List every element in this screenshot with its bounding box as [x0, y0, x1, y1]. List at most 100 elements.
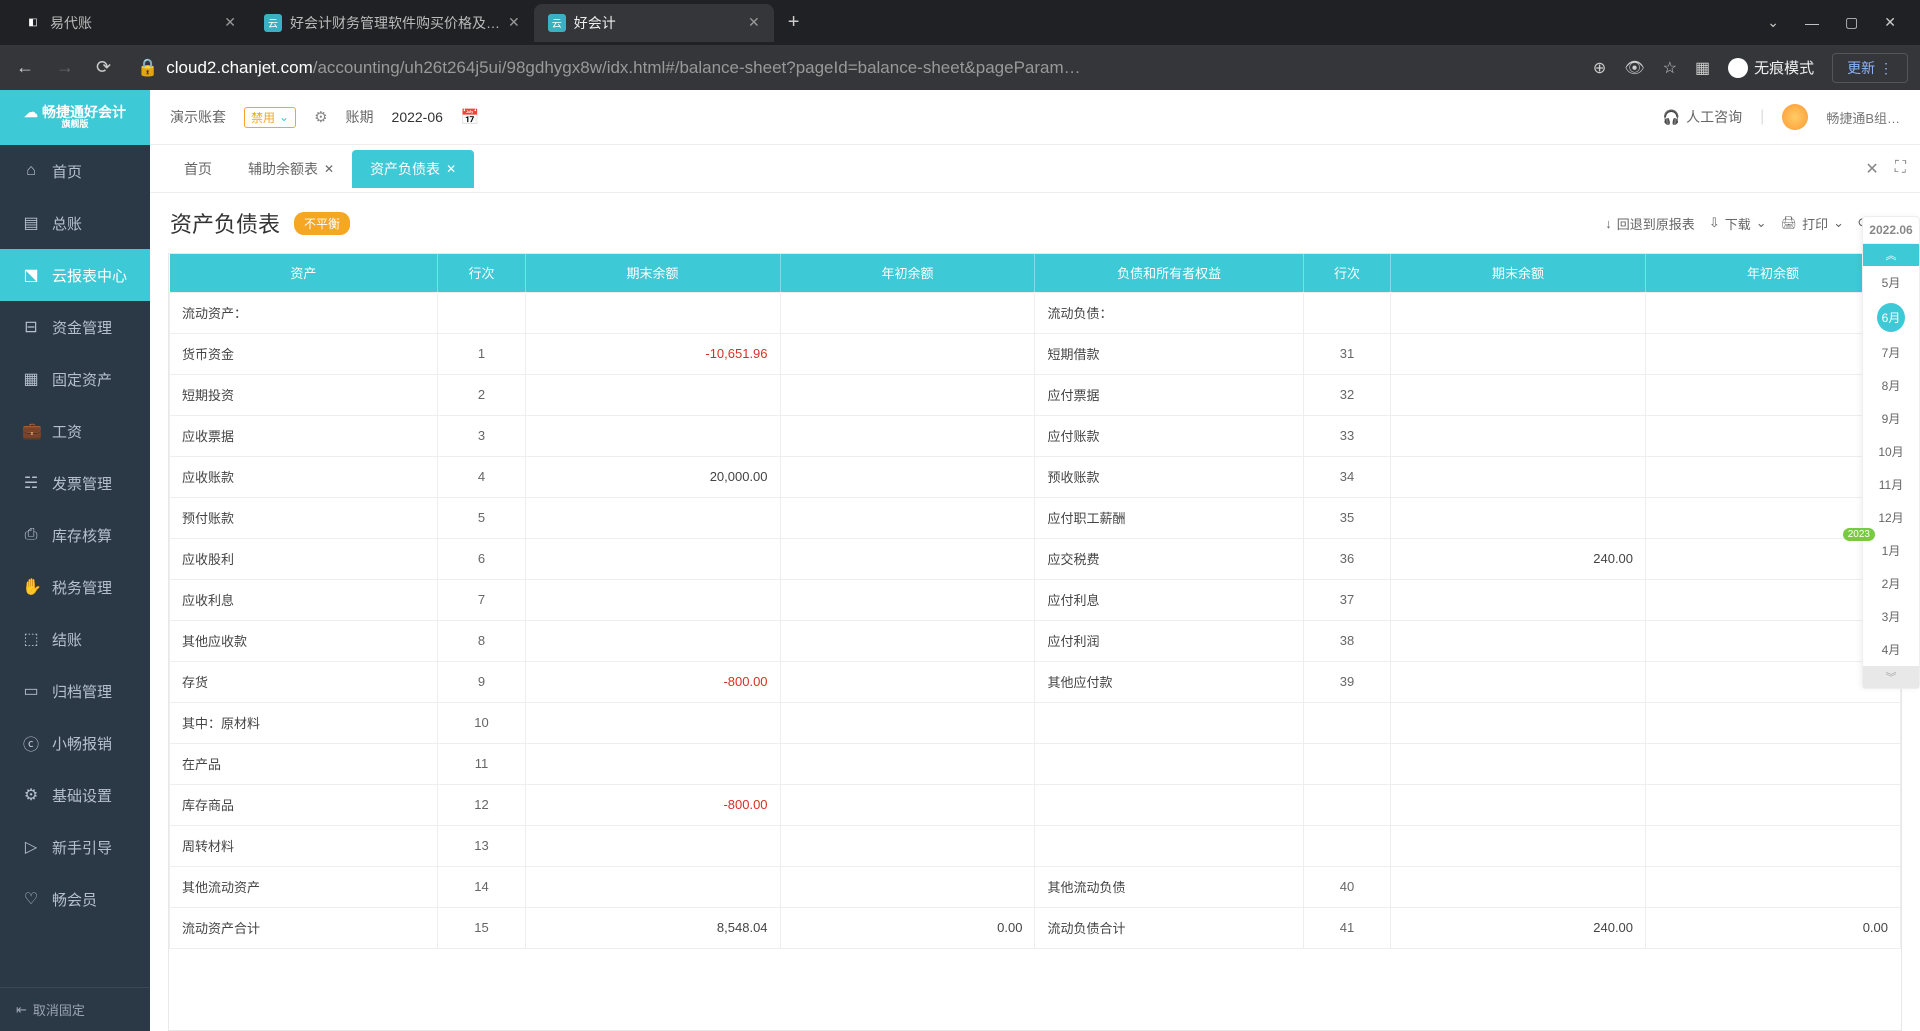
table-row[interactable]: 其他应收款8应付利润38 — [170, 620, 1901, 661]
browser-tab-2[interactable]: 云 好会计 ✕ — [534, 4, 774, 42]
cell-begin-balance — [780, 497, 1035, 538]
table-row[interactable]: 周转材料13 — [170, 825, 1901, 866]
cell-rownum2 — [1303, 743, 1390, 784]
star-icon[interactable]: ☆ — [1663, 58, 1677, 78]
app-tab-0[interactable]: 首页 — [166, 150, 230, 188]
cell-end-balance2 — [1391, 579, 1646, 620]
sidebar-item-11[interactable]: ⓒ小畅报销 — [0, 717, 150, 769]
chevron-down-icon[interactable]: ⌄ — [1767, 14, 1779, 31]
close-icon[interactable]: ✕ — [224, 14, 236, 31]
table-row[interactable]: 应收利息7应付利息37 — [170, 579, 1901, 620]
sidebar-item-14[interactable]: ♡畅会员 — [0, 873, 150, 925]
table-row[interactable]: 应收账款420,000.00预收账款34 — [170, 456, 1901, 497]
cell-asset: 流动资产合计 — [170, 907, 438, 948]
sidebar-item-4[interactable]: ▦固定资产 — [0, 353, 150, 405]
month-option[interactable]: 5月 — [1863, 266, 1919, 299]
eye-off-icon[interactable]: 👁 — [1624, 58, 1644, 78]
reload-button[interactable]: ⟳ — [92, 53, 115, 82]
month-option[interactable]: 4月 — [1863, 633, 1919, 666]
zoom-icon[interactable]: ⊕ — [1593, 58, 1606, 78]
month-option[interactable]: 10月 — [1863, 435, 1919, 468]
sidebar-item-6[interactable]: ☵发票管理 — [0, 457, 150, 509]
sidebar-item-7[interactable]: ⎙库存核算 — [0, 509, 150, 561]
download-button[interactable]: ⇩下载⌄ — [1709, 214, 1767, 233]
cell-begin-balance — [780, 538, 1035, 579]
new-tab-button[interactable]: + — [774, 11, 814, 34]
cell-rownum2: 39 — [1303, 661, 1390, 702]
month-option[interactable]: 8月 — [1863, 369, 1919, 402]
rollback-button[interactable]: ↓回退到原报表 — [1605, 214, 1695, 233]
sidebar-item-5[interactable]: 💼工资 — [0, 405, 150, 457]
close-icon[interactable]: ✕ — [324, 162, 334, 176]
month-picker-up[interactable]: ︽ — [1863, 244, 1919, 266]
close-window-icon[interactable]: ✕ — [1884, 14, 1896, 31]
sidebar-unpin[interactable]: ⇤ 取消固定 — [0, 987, 150, 1031]
cell-end-balance2 — [1391, 702, 1646, 743]
avatar[interactable] — [1782, 104, 1808, 130]
close-icon[interactable]: ✕ — [446, 162, 456, 176]
back-button[interactable]: ← — [12, 53, 38, 82]
table-row[interactable]: 存货9-800.00其他应付款39 — [170, 661, 1901, 702]
cell-end-balance: -10,651.96 — [525, 333, 780, 374]
month-picker-year[interactable]: 2022.06 — [1863, 217, 1919, 244]
calendar-icon[interactable]: 📅 — [461, 108, 480, 126]
month-option[interactable]: 7月 — [1863, 336, 1919, 369]
browser-tab-0[interactable]: ◧ 易代账 ✕ — [10, 4, 250, 42]
month-picker-down[interactable]: ︾ — [1863, 666, 1919, 688]
account-name[interactable]: 演示账套 — [170, 107, 226, 127]
forward-button[interactable]: → — [52, 53, 78, 82]
table-row[interactable]: 预付账款5应付职工薪酬35 — [170, 497, 1901, 538]
close-icon[interactable]: ✕ — [508, 14, 520, 31]
extension-icon[interactable]: ▦ — [1695, 58, 1710, 78]
brand-logo[interactable]: ☁畅捷通好会计 旗舰版 — [0, 90, 150, 145]
close-icon[interactable]: ✕ — [748, 14, 760, 31]
table-row[interactable]: 应收票据3应付账款33 — [170, 415, 1901, 456]
sidebar-item-13[interactable]: ▷新手引导 — [0, 821, 150, 873]
browser-tab-1[interactable]: 云 好会计财务管理软件购买价格及… ✕ — [250, 4, 534, 42]
maximize-icon[interactable]: ▢ — [1845, 14, 1858, 31]
sidebar-item-8[interactable]: ✋税务管理 — [0, 561, 150, 613]
table-row[interactable]: 流动资产：流动负债： — [170, 292, 1901, 333]
disable-tag[interactable]: 禁用 ⌄ — [244, 107, 296, 128]
sidebar-item-10[interactable]: ▭归档管理 — [0, 665, 150, 717]
cell-rownum2 — [1303, 784, 1390, 825]
table-row[interactable]: 其中：原材料10 — [170, 702, 1901, 743]
cell-rownum: 9 — [438, 661, 525, 702]
cell-asset: 流动资产： — [170, 292, 438, 333]
table-row[interactable]: 短期投资2应付票据32 — [170, 374, 1901, 415]
username[interactable]: 畅捷通B组… — [1826, 108, 1900, 127]
gear-icon[interactable]: ⚙ — [314, 108, 327, 126]
table-row[interactable]: 货币资金1-10,651.96短期借款31 — [170, 333, 1901, 374]
tab-title: 易代账 — [50, 13, 216, 33]
cell-asset: 应收股利 — [170, 538, 438, 579]
app-tab-2[interactable]: 资产负债表✕ — [352, 150, 474, 188]
table-row[interactable]: 流动资产合计158,548.040.00流动负债合计41240.000.00 — [170, 907, 1901, 948]
table-row[interactable]: 库存商品12-800.00 — [170, 784, 1901, 825]
close-all-tabs-icon[interactable]: ✕ — [1865, 159, 1878, 179]
download-icon: ⇩ — [1709, 215, 1720, 231]
sidebar-item-12[interactable]: ⚙基础设置 — [0, 769, 150, 821]
app-tab-1[interactable]: 辅助余额表✕ — [230, 150, 352, 188]
support-link[interactable]: 🎧人工咨询 — [1663, 107, 1742, 127]
month-option[interactable]: 3月 — [1863, 600, 1919, 633]
sidebar-item-0[interactable]: ⌂首页 — [0, 145, 150, 197]
table-row[interactable]: 在产品11 — [170, 743, 1901, 784]
update-button[interactable]: 更新 ⋮ — [1832, 53, 1908, 83]
table-row[interactable]: 应收股利6应交税费36240.00 — [170, 538, 1901, 579]
sidebar-item-1[interactable]: ▤总账 — [0, 197, 150, 249]
month-option[interactable]: 2月 — [1863, 567, 1919, 600]
address-bar[interactable]: 🔒 cloud2.chanjet.com/accounting/uh26t264… — [129, 58, 1579, 78]
sidebar-item-2[interactable]: ⬔云报表中心 — [0, 249, 150, 301]
print-button[interactable]: 🖨打印⌄ — [1781, 214, 1844, 233]
month-option[interactable]: 6月 — [1877, 303, 1905, 332]
fullscreen-icon[interactable]: ⛶ — [1895, 159, 1906, 179]
cell-begin-balance2 — [1646, 825, 1901, 866]
nav-icon: ⚙ — [22, 785, 40, 805]
month-option[interactable]: 9月 — [1863, 402, 1919, 435]
url-text: cloud2.chanjet.com/accounting/uh26t264j5… — [166, 58, 1080, 78]
month-option[interactable]: 11月 — [1863, 468, 1919, 501]
minimize-icon[interactable]: — — [1805, 15, 1819, 31]
sidebar-item-9[interactable]: ⬚结账 — [0, 613, 150, 665]
table-row[interactable]: 其他流动资产14其他流动负债40 — [170, 866, 1901, 907]
sidebar-item-3[interactable]: ⊟资金管理 — [0, 301, 150, 353]
